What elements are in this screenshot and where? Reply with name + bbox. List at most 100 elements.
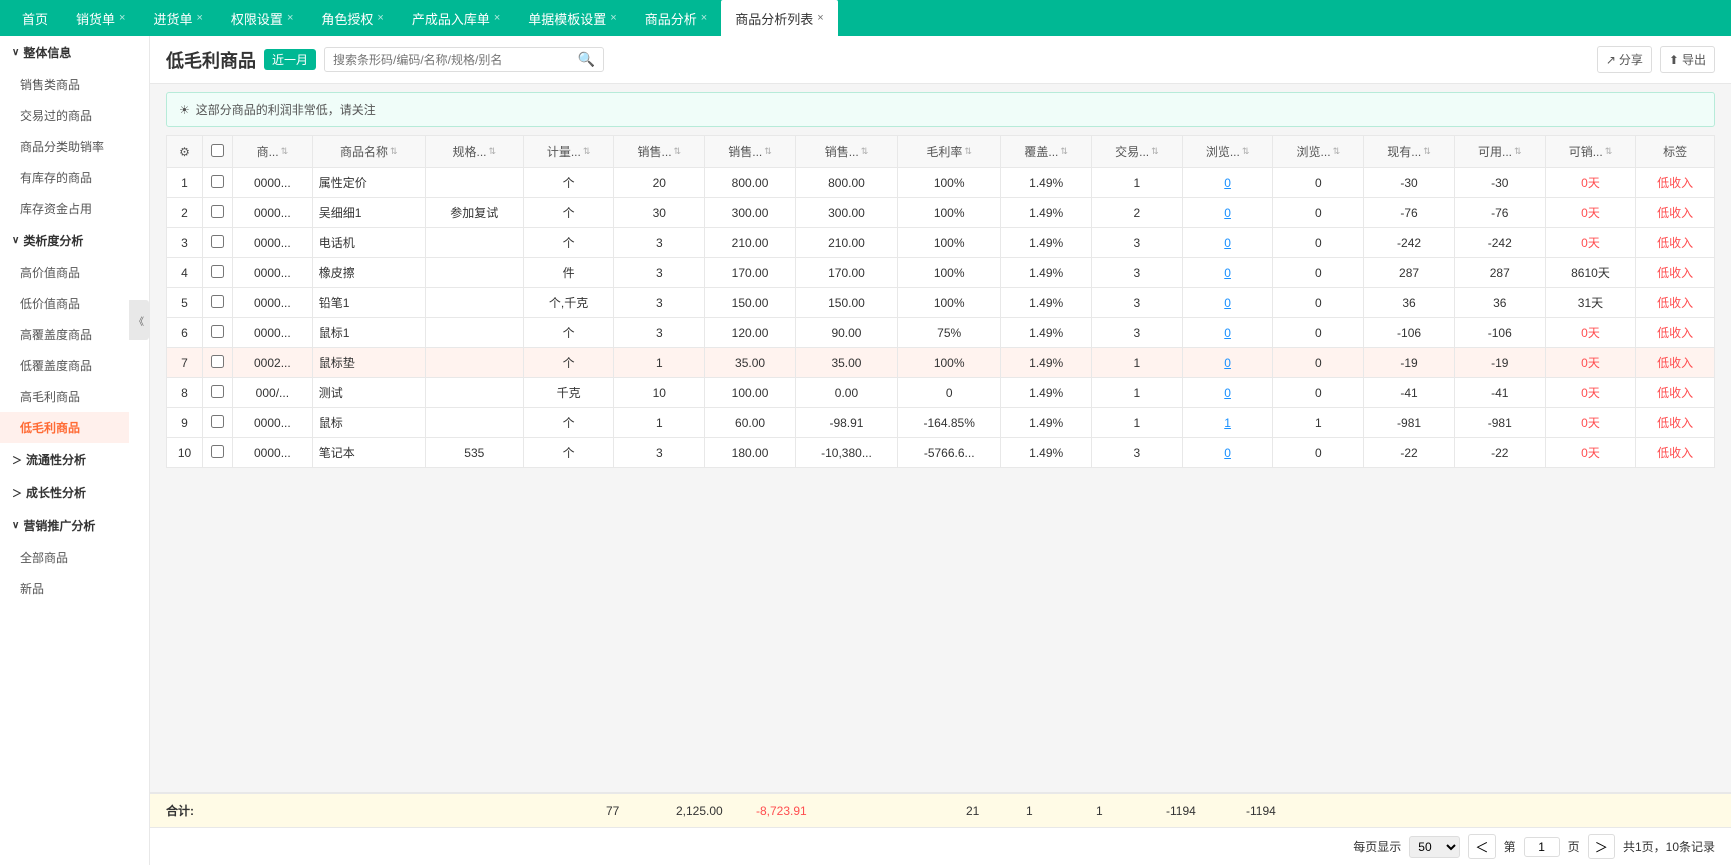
th-sales-profit[interactable]: 销售...⇅ [795,136,897,168]
nav-purchase[interactable]: 进货单 × [139,0,216,36]
cell-browse1[interactable]: 0 [1182,258,1273,288]
row-checkbox[interactable] [211,385,224,398]
th-settings[interactable]: ⚙ [167,136,203,168]
sidebar-item-high-value[interactable]: 高价值商品 [0,257,129,288]
cell-checkbox[interactable] [203,408,233,438]
sidebar-item-traded-goods[interactable]: 交易过的商品 [0,100,129,131]
cell-browse1[interactable]: 0 [1182,318,1273,348]
cell-sales-qty: 1 [614,348,705,378]
sidebar-collapse-button[interactable]: 《 [129,300,149,340]
cell-browse1[interactable]: 1 [1182,408,1273,438]
cell-checkbox[interactable] [203,378,233,408]
cell-checkbox[interactable] [203,318,233,348]
sidebar-item-low-coverage[interactable]: 低覆盖度商品 [0,350,129,381]
prev-page-button[interactable]: ＜ [1468,834,1495,859]
nav-product-stock[interactable]: 产成品入库单 × [398,0,514,36]
row-checkbox[interactable] [211,325,224,338]
cell-browse1[interactable]: 0 [1182,198,1273,228]
search-icon[interactable]: 🔍 [578,51,595,68]
nav-role[interactable]: 角色授权 × [307,0,397,36]
cell-browse1[interactable]: 0 [1182,168,1273,198]
row-checkbox[interactable] [211,235,224,248]
nav-home[interactable]: 首页 [8,0,62,36]
row-checkbox[interactable] [211,265,224,278]
row-checkbox[interactable] [211,355,224,368]
search-input[interactable] [333,53,578,67]
close-icon[interactable]: × [817,12,823,24]
th-name[interactable]: 商品名称⇅ [312,136,425,168]
th-browse2[interactable]: 浏览...⇅ [1273,136,1364,168]
sort-icon: ⇅ [1060,146,1068,157]
cell-checkbox[interactable] [203,168,233,198]
nav-product-analysis-list[interactable]: 商品分析列表 × [721,0,837,36]
close-icon[interactable]: × [494,12,500,24]
sidebar-item-all-goods[interactable]: 全部商品 [0,542,129,573]
cell-checkbox[interactable] [203,228,233,258]
cell-gross-margin: 100% [898,288,1001,318]
th-checkbox[interactable] [203,136,233,168]
sidebar-group-title-flow[interactable]: ＞ 流通性分析 [0,443,129,476]
cell-name: 属性定价 [312,168,425,198]
row-checkbox[interactable] [211,415,224,428]
next-page-button[interactable]: ＞ [1588,834,1615,859]
row-checkbox[interactable] [211,295,224,308]
cell-checkbox[interactable] [203,348,233,378]
th-code[interactable]: 商...⇅ [233,136,313,168]
sidebar-item-new-goods[interactable]: 新品 [0,573,129,604]
cell-checkbox[interactable] [203,438,233,468]
select-all-checkbox[interactable] [211,144,224,157]
th-spec[interactable]: 规格...⇅ [425,136,523,168]
cell-browse1[interactable]: 0 [1182,228,1273,258]
sidebar-item-stocked-goods[interactable]: 有库存的商品 [0,162,129,193]
sidebar-item-high-coverage[interactable]: 高覆盖度商品 [0,319,129,350]
export-button[interactable]: ⬆ 导出 [1660,46,1715,73]
sidebar-group-title-marketing[interactable]: ∨ 营销推广分析 [0,509,129,542]
sidebar-group-title-overview[interactable]: ∨ 整体信息 [0,36,129,69]
page-size-select[interactable]: 50 100 [1409,836,1460,858]
th-trade-count[interactable]: 交易...⇅ [1092,136,1183,168]
sidebar-item-category-rate[interactable]: 商品分类助销率 [0,131,129,162]
row-checkbox[interactable] [211,175,224,188]
th-available-stock[interactable]: 可用...⇅ [1454,136,1545,168]
time-filter-button[interactable]: 近一月 [264,49,316,70]
cell-checkbox[interactable] [203,258,233,288]
nav-sales[interactable]: 销货单 × [62,0,139,36]
row-checkbox[interactable] [211,205,224,218]
close-icon[interactable]: × [610,12,616,24]
sidebar-group-title-growth[interactable]: ＞ 成长性分析 [0,476,129,509]
page-input[interactable] [1524,837,1560,857]
row-checkbox[interactable] [211,445,224,458]
nav-template[interactable]: 单据模板设置 × [514,0,630,36]
nav-product-analysis[interactable]: 商品分析 × [631,0,721,36]
th-sellable[interactable]: 可销...⇅ [1545,136,1636,168]
th-tag[interactable]: 标签 [1636,136,1715,168]
sidebar-item-high-margin[interactable]: 高毛利商品 [0,381,129,412]
sidebar-item-low-value[interactable]: 低价值商品 [0,288,129,319]
cell-checkbox[interactable] [203,288,233,318]
close-icon[interactable]: × [701,12,707,24]
share-button[interactable]: ↗ 分享 [1597,46,1652,73]
cell-browse1[interactable]: 0 [1182,438,1273,468]
th-coverage[interactable]: 覆盖...⇅ [1001,136,1092,168]
close-icon[interactable]: × [119,12,125,24]
th-sales-amt[interactable]: 销售...⇅ [705,136,796,168]
sidebar-group-title-value[interactable]: ∨ 类析度分析 [0,224,129,257]
cell-browse1[interactable]: 0 [1182,378,1273,408]
close-icon[interactable]: × [196,12,202,24]
th-unit[interactable]: 计量...⇅ [523,136,614,168]
cell-browse1[interactable]: 0 [1182,288,1273,318]
cell-browse1[interactable]: 0 [1182,348,1273,378]
sidebar-item-low-margin[interactable]: 低毛利商品 [0,412,129,443]
cell-tag: 低收入 [1636,408,1715,438]
sidebar-item-inventory-capital[interactable]: 库存资金占用 [0,193,129,224]
th-sales-qty[interactable]: 销售...⇅ [614,136,705,168]
cell-checkbox[interactable] [203,198,233,228]
close-icon[interactable]: × [377,12,383,24]
sidebar-item-sales-goods[interactable]: 销售类商品 [0,69,129,100]
th-browse1[interactable]: 浏览...⇅ [1182,136,1273,168]
nav-permission[interactable]: 权限设置 × [217,0,307,36]
th-gross-margin[interactable]: 毛利率⇅ [898,136,1001,168]
close-icon[interactable]: × [287,12,293,24]
th-current-stock[interactable]: 现有...⇅ [1364,136,1455,168]
footer-trade-count: 21 [966,804,1026,818]
